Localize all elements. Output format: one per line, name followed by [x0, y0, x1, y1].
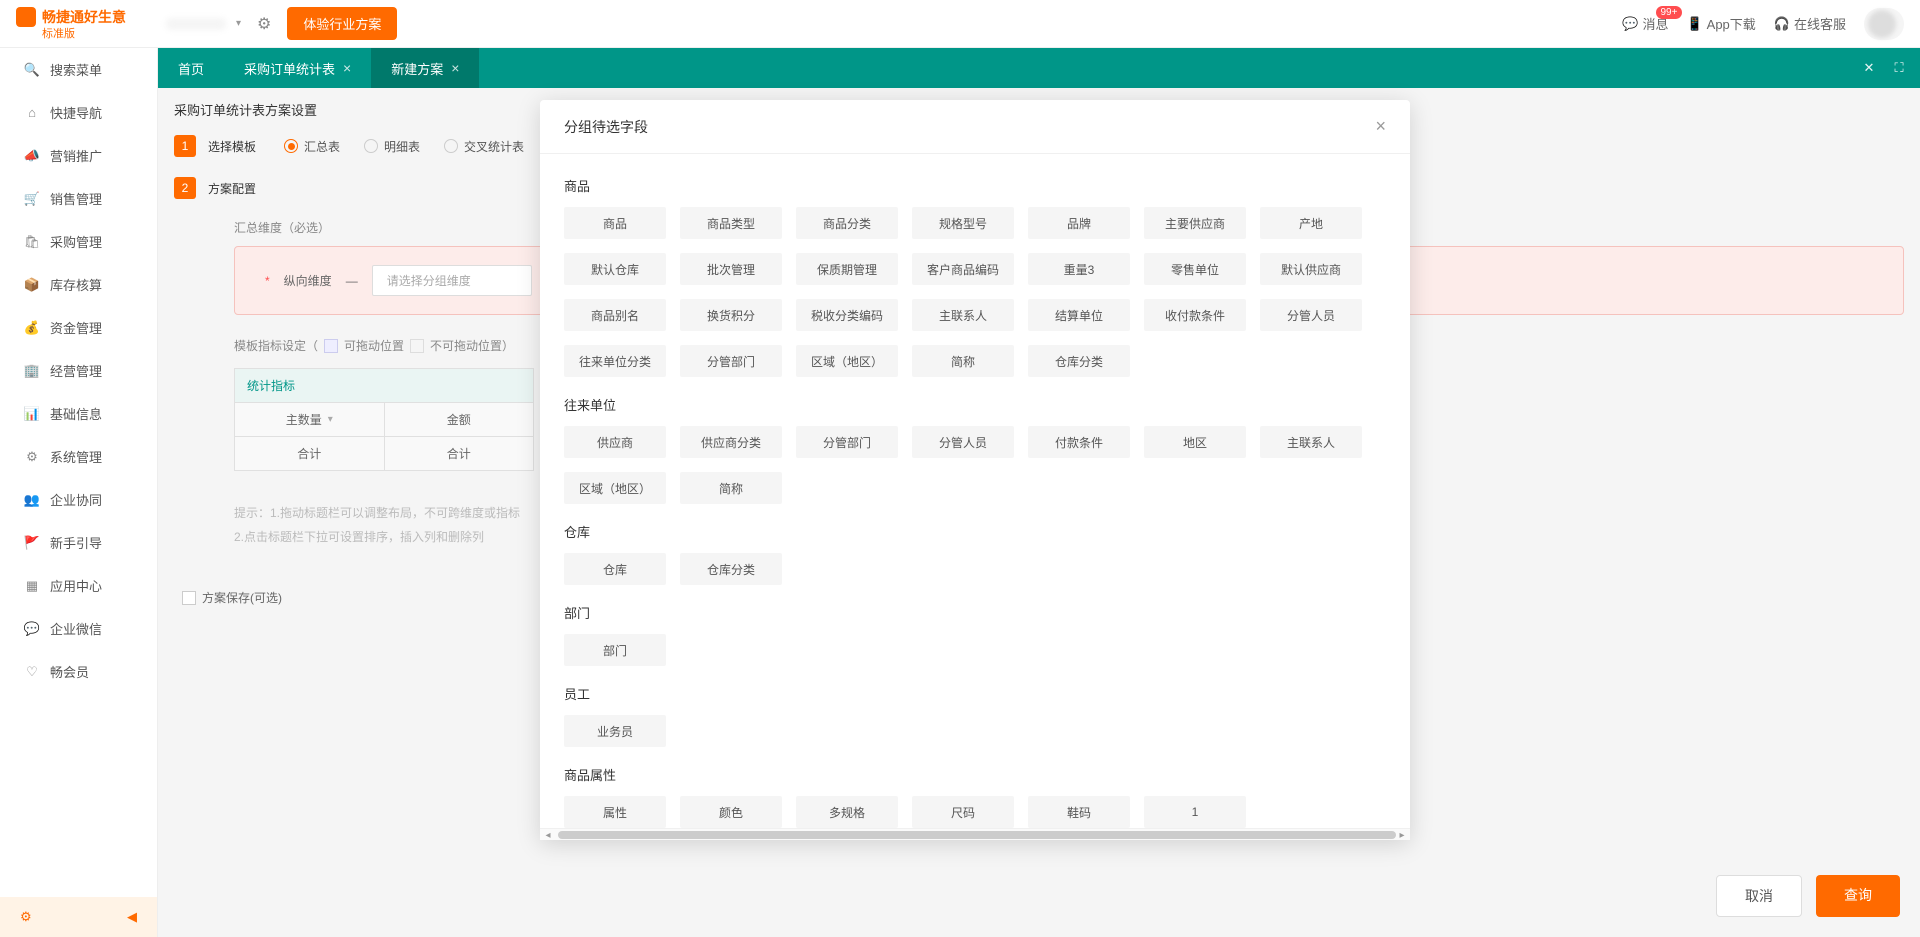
field-chip[interactable]: 区域（地区） — [796, 345, 898, 377]
field-chip[interactable]: 分管部门 — [796, 426, 898, 458]
field-chip[interactable]: 结算单位 — [1028, 299, 1130, 331]
field-chip[interactable]: 产地 — [1260, 207, 1362, 239]
field-chip[interactable]: 重量3 — [1028, 253, 1130, 285]
field-chip[interactable]: 商品类型 — [680, 207, 782, 239]
field-chip[interactable]: 多规格 — [796, 796, 898, 828]
field-chip[interactable]: 默认仓库 — [564, 253, 666, 285]
field-group-title: 员工 — [564, 684, 1386, 703]
field-chip[interactable]: 零售单位 — [1144, 253, 1246, 285]
field-chip[interactable]: 分管部门 — [680, 345, 782, 377]
field-chip[interactable]: 商品 — [564, 207, 666, 239]
field-chip[interactable]: 属性 — [564, 796, 666, 828]
field-chip[interactable]: 规格型号 — [912, 207, 1014, 239]
field-group-title: 往来单位 — [564, 395, 1386, 414]
field-chip[interactable]: 简称 — [680, 472, 782, 504]
field-chip[interactable]: 批次管理 — [680, 253, 782, 285]
field-group-title: 部门 — [564, 603, 1386, 622]
field-chip[interactable]: 颜色 — [680, 796, 782, 828]
field-chip[interactable]: 简称 — [912, 345, 1014, 377]
field-chip[interactable]: 付款条件 — [1028, 426, 1130, 458]
field-chip[interactable]: 仓库分类 — [1028, 345, 1130, 377]
field-chip[interactable]: 品牌 — [1028, 207, 1130, 239]
field-chip[interactable]: 往来单位分类 — [564, 345, 666, 377]
field-chip[interactable]: 主要供应商 — [1144, 207, 1246, 239]
field-group-title: 商品 — [564, 176, 1386, 195]
field-chip[interactable]: 仓库分类 — [680, 553, 782, 585]
scroll-right-icon[interactable]: ▸ — [1396, 829, 1408, 841]
field-chip[interactable]: 主联系人 — [912, 299, 1014, 331]
field-chip[interactable]: 1 — [1144, 796, 1246, 828]
field-chip[interactable]: 仓库 — [564, 553, 666, 585]
modal-title: 分组待选字段 — [564, 117, 648, 137]
field-chip[interactable]: 部门 — [564, 634, 666, 666]
field-picker-modal: 分组待选字段 × 商品商品商品类型商品分类规格型号品牌主要供应商产地默认仓库批次… — [540, 100, 1410, 840]
field-chip[interactable]: 换货积分 — [680, 299, 782, 331]
field-chip[interactable]: 鞋码 — [1028, 796, 1130, 828]
field-chip[interactable]: 收付款条件 — [1144, 299, 1246, 331]
field-group-title: 商品属性 — [564, 765, 1386, 784]
field-chip[interactable]: 地区 — [1144, 426, 1246, 458]
field-chip[interactable]: 主联系人 — [1260, 426, 1362, 458]
modal-horizontal-scrollbar[interactable]: ◂ ▸ — [540, 828, 1410, 840]
field-chip[interactable]: 税收分类编码 — [796, 299, 898, 331]
scroll-left-icon[interactable]: ◂ — [542, 829, 554, 841]
field-chip[interactable]: 商品分类 — [796, 207, 898, 239]
field-group-title: 仓库 — [564, 522, 1386, 541]
scrollbar-thumb[interactable] — [558, 831, 1396, 839]
field-chip[interactable]: 客户商品编码 — [912, 253, 1014, 285]
field-chip[interactable]: 供应商 — [564, 426, 666, 458]
field-chip[interactable]: 分管人员 — [912, 426, 1014, 458]
close-icon[interactable]: × — [1375, 116, 1386, 137]
field-chip[interactable]: 业务员 — [564, 715, 666, 747]
field-chip[interactable]: 保质期管理 — [796, 253, 898, 285]
field-chip[interactable]: 分管人员 — [1260, 299, 1362, 331]
field-chip[interactable]: 区域（地区） — [564, 472, 666, 504]
field-chip[interactable]: 尺码 — [912, 796, 1014, 828]
field-chip[interactable]: 供应商分类 — [680, 426, 782, 458]
field-chip[interactable]: 默认供应商 — [1260, 253, 1362, 285]
field-chip[interactable]: 商品别名 — [564, 299, 666, 331]
